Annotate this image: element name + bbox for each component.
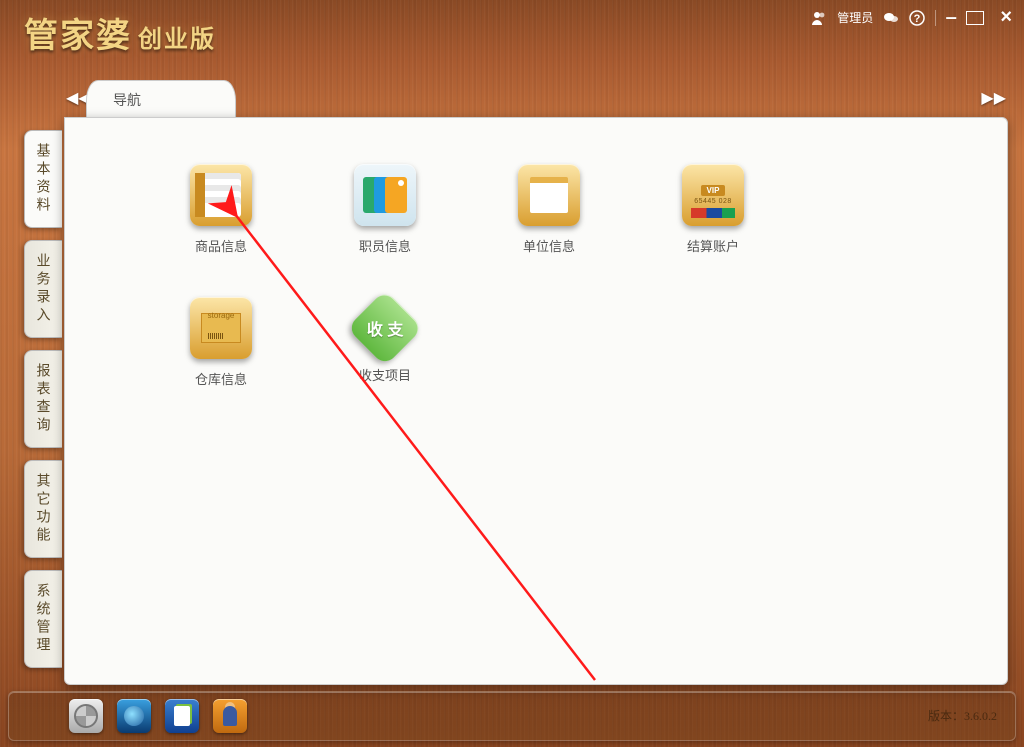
staff-info-icon [354, 164, 416, 226]
svg-text:?: ? [914, 13, 921, 25]
nav-item-product-info[interactable]: 商品信息 [161, 164, 281, 255]
close-button[interactable]: × [1000, 6, 1012, 29]
income-expense-icon: 收 支 [347, 290, 423, 366]
tab-label: 导航 [113, 90, 141, 110]
tab-next-button[interactable]: ▶▶ [981, 88, 1006, 108]
tab-navigation[interactable]: 导航 [86, 80, 236, 118]
side-tabs: 基本资料 业务录入 报表查询 其它功能 系统管理 [24, 130, 64, 680]
help-icon[interactable]: ? [909, 10, 925, 26]
nav-item-unit-info[interactable]: 单位信息 [489, 164, 609, 255]
separator [935, 10, 936, 26]
nav-item-staff-info[interactable]: 职员信息 [325, 164, 445, 255]
side-tab-business-entry[interactable]: 业务录入 [24, 240, 62, 338]
maximize-button[interactable] [966, 11, 984, 25]
app-header: 管家婆 创业版 管理员 ? ‒ × [0, 0, 1024, 64]
app-title-main: 管家婆 [24, 8, 132, 57]
content-panel: 商品信息 职员信息 单位信息 VIP 65445 028 结算账户 [64, 117, 1008, 685]
nav-icon-grid: 商品信息 职员信息 单位信息 VIP 65445 028 结算账户 [161, 164, 817, 388]
app-title: 管家婆 创业版 [24, 8, 216, 57]
nav-label: 结算账户 [653, 236, 773, 255]
side-tab-basic-info[interactable]: 基本资料 [24, 130, 62, 228]
nav-item-income-expense[interactable]: 收 支 收支项目 [325, 297, 445, 388]
nav-label: 收支项目 [325, 365, 445, 384]
side-tab-system-mgmt[interactable]: 系统管理 [24, 570, 62, 668]
header-right: 管理员 ? ‒ × [811, 6, 1012, 29]
nav-label: 仓库信息 [161, 369, 281, 388]
tab-row: ◀◀ 导航 ▶▶ [64, 80, 1008, 118]
taskbar-user-icon[interactable] [213, 699, 247, 733]
nav-label: 商品信息 [161, 236, 281, 255]
nav-label: 职员信息 [325, 236, 445, 255]
side-tab-report-query[interactable]: 报表查询 [24, 350, 62, 448]
taskbar-settings-icon[interactable] [69, 699, 103, 733]
side-tab-other-func[interactable]: 其它功能 [24, 460, 62, 558]
warehouse-info-icon: storage [190, 297, 252, 359]
unit-info-icon [518, 164, 580, 226]
version-label: 版本：3.6.0.2 [928, 707, 997, 724]
taskbar-data-icon[interactable] [165, 699, 199, 733]
app-title-sub: 创业版 [138, 19, 216, 54]
nav-item-account-info[interactable]: VIP 65445 028 结算账户 [653, 164, 773, 255]
product-info-icon [190, 164, 252, 226]
account-info-icon: VIP 65445 028 [682, 164, 744, 226]
user-icon[interactable] [811, 10, 827, 26]
minimize-button[interactable]: ‒ [946, 7, 956, 28]
chat-icon[interactable] [883, 10, 899, 26]
taskbar: 版本：3.6.0.2 [8, 691, 1016, 741]
main-area: ◀◀ 导航 ▶▶ 基本资料 业务录入 报表查询 其它功能 系统管理 商品信息 职… [20, 80, 1008, 685]
user-label[interactable]: 管理员 [837, 9, 873, 26]
nav-item-warehouse-info[interactable]: storage 仓库信息 [161, 297, 281, 388]
taskbar-globe-icon[interactable] [117, 699, 151, 733]
nav-label: 单位信息 [489, 236, 609, 255]
